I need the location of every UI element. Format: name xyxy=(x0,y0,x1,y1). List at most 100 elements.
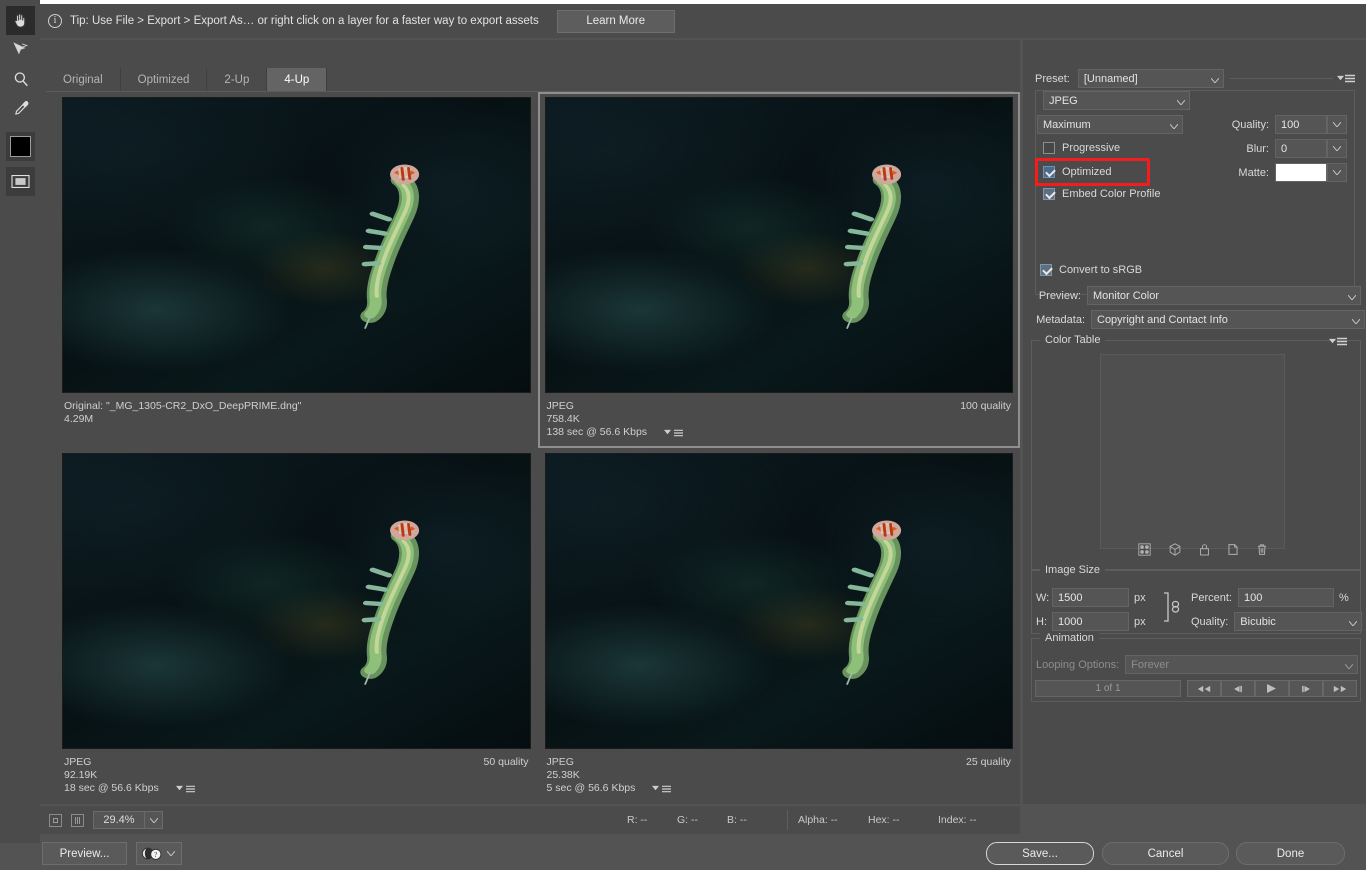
convert-to-srgb-checkbox-row[interactable]: Convert to sRGB xyxy=(1040,264,1142,276)
pane-metadata-optimized-50: JPEG 92.19K 18 sec @ 56.6 Kbps 50 qualit… xyxy=(64,756,529,798)
readout-alpha: Alpha: -- xyxy=(798,814,868,826)
done-button[interactable]: Done xyxy=(1236,842,1345,865)
play-button xyxy=(1255,680,1289,697)
new-swatch-icon[interactable] xyxy=(1227,543,1239,559)
cancel-button[interactable]: Cancel xyxy=(1102,842,1229,865)
zoom-level-field[interactable]: 29.4% xyxy=(93,811,145,829)
zoom-tool[interactable] xyxy=(6,64,35,93)
pane-options-menu-icon[interactable] xyxy=(176,785,195,793)
image-preview-optimized-25[interactable] xyxy=(545,453,1014,749)
preview-pane-optimized-50[interactable]: JPEG 92.19K 18 sec @ 56.6 Kbps 50 qualit… xyxy=(55,448,538,804)
blur-input[interactable]: 0 xyxy=(1275,139,1327,158)
color-table-swatch-area[interactable] xyxy=(1100,354,1285,549)
previous-frame-button xyxy=(1221,680,1255,697)
blur-stepper-dropdown[interactable] xyxy=(1327,139,1347,158)
web-safe-cube-icon[interactable] xyxy=(1168,543,1182,559)
progressive-checkbox[interactable] xyxy=(1043,142,1055,154)
embed-color-profile-label: Embed Color Profile xyxy=(1062,188,1160,200)
height-unit: px xyxy=(1134,616,1146,628)
quality-stepper-dropdown[interactable] xyxy=(1327,115,1347,134)
tab-4up[interactable]: 4-Up xyxy=(267,68,327,91)
convert-to-srgb-checkbox[interactable] xyxy=(1040,264,1052,276)
preview-pane-original[interactable]: Original: "_MG_1305-CR2_DxO_DeepPRIME.dn… xyxy=(55,92,538,448)
lock-icon[interactable] xyxy=(1199,543,1210,559)
original-filesize: 4.29M xyxy=(64,413,529,426)
resample-quality-dropdown[interactable]: Bicubic xyxy=(1234,612,1362,631)
preset-label: Preset: xyxy=(1035,73,1070,85)
info-icon: i xyxy=(48,14,62,28)
preview-button[interactable]: Preview... xyxy=(42,842,127,865)
zoom-level-dropdown[interactable] xyxy=(145,811,163,829)
learn-more-button[interactable]: Learn More xyxy=(557,10,675,33)
caterpillar-subject xyxy=(357,516,436,687)
chain-link-icon[interactable] xyxy=(1160,590,1184,627)
save-button[interactable]: Save... xyxy=(986,842,1094,865)
blur-label: Blur: xyxy=(1223,143,1269,155)
preview-pane-optimized-25[interactable]: JPEG 25.38K 5 sec @ 56.6 Kbps 25 quality xyxy=(538,448,1021,804)
image-preview-original[interactable] xyxy=(62,97,531,393)
embed-color-profile-checkbox-row[interactable]: Embed Color Profile xyxy=(1043,188,1160,200)
optimized-label: Optimized xyxy=(1062,166,1112,178)
hand-tool[interactable] xyxy=(6,6,35,35)
metadata-dropdown[interactable]: Copyright and Contact Info xyxy=(1091,310,1365,329)
pane-options-menu-icon[interactable] xyxy=(664,429,683,437)
frame-counter: 1 of 1 xyxy=(1035,680,1181,697)
readout-hex: Hex: -- xyxy=(868,814,938,826)
svg-text:?: ? xyxy=(154,852,157,859)
status-bar: 29.4% R: -- G: -- B: -- Alpha: -- Hex: -… xyxy=(40,806,1020,834)
tip-text: Tip: Use File > Export > Export As… or r… xyxy=(70,15,539,27)
browser-preview-control[interactable]: ? xyxy=(136,842,182,865)
filesize-label: 25.38K xyxy=(547,769,1012,782)
height-input[interactable]: 1000 xyxy=(1052,612,1129,631)
chevron-down-icon xyxy=(1352,315,1360,327)
width-input[interactable]: 1500 xyxy=(1052,588,1129,607)
progressive-checkbox-row[interactable]: Progressive xyxy=(1043,142,1120,154)
select-browser-dither-button[interactable] xyxy=(49,814,62,827)
matte-color-swatch[interactable] xyxy=(1275,163,1327,182)
preview-zone: Original Optimized 2-Up 4-Up xyxy=(40,40,1020,804)
matte-dropdown[interactable] xyxy=(1327,163,1347,182)
optimized-checkbox-row[interactable]: Optimized xyxy=(1043,166,1112,178)
file-format-value: JPEG xyxy=(1049,95,1078,107)
preview-dropdown[interactable]: Monitor Color xyxy=(1087,286,1361,305)
image-preview-optimized-100[interactable] xyxy=(545,97,1014,393)
quality-input[interactable]: 100 xyxy=(1275,115,1327,134)
quality-label: Quality: xyxy=(1223,119,1269,131)
quality-label: 100 quality xyxy=(960,400,1011,413)
pane-options-menu-icon[interactable] xyxy=(652,785,671,793)
looping-options-dropdown: Forever xyxy=(1125,655,1358,674)
chevron-down-icon xyxy=(1170,120,1178,132)
last-frame-button xyxy=(1323,680,1357,697)
chevron-down-icon xyxy=(1177,96,1185,108)
eyedropper-tool[interactable] xyxy=(6,93,35,122)
preset-panel-menu-icon[interactable] xyxy=(1337,74,1355,83)
image-preview-optimized-50[interactable] xyxy=(62,453,531,749)
swatch-color xyxy=(10,136,31,157)
select-download-rate-button[interactable] xyxy=(71,814,84,827)
toggle-slices-visibility[interactable] xyxy=(6,167,35,196)
preset-dropdown[interactable]: [Unnamed] xyxy=(1078,69,1224,88)
readout-g: G: -- xyxy=(677,814,727,826)
optimized-checkbox[interactable] xyxy=(1043,166,1055,178)
filesize-label: 92.19K xyxy=(64,769,529,782)
file-format-dropdown[interactable]: JPEG xyxy=(1043,91,1190,110)
percent-label: Percent: xyxy=(1191,592,1232,604)
looping-options-value: Forever xyxy=(1131,659,1169,671)
readout-r: R: -- xyxy=(627,814,677,826)
color-table-title: Color Table xyxy=(1040,334,1105,346)
swatch-grid-icon[interactable] xyxy=(1138,543,1151,559)
tab-2up[interactable]: 2-Up xyxy=(207,68,267,91)
trash-icon[interactable] xyxy=(1256,543,1268,559)
embed-color-profile-checkbox[interactable] xyxy=(1043,188,1055,200)
color-readouts: R: -- G: -- B: -- Alpha: -- Hex: -- Inde… xyxy=(627,810,1020,830)
color-table-panel-menu-icon[interactable] xyxy=(1329,337,1347,346)
tab-optimized[interactable]: Optimized xyxy=(121,68,208,91)
preview-pane-optimized-100[interactable]: JPEG 758.4K 138 sec @ 56.6 Kbps 100 qual… xyxy=(538,92,1021,448)
slice-select-tool[interactable] xyxy=(6,35,35,64)
browser-preview-dropdown-icon[interactable] xyxy=(167,851,175,856)
percent-input[interactable]: 100 xyxy=(1238,588,1334,607)
compression-quality-dropdown[interactable]: Maximum xyxy=(1037,115,1183,134)
tab-original[interactable]: Original xyxy=(46,68,121,91)
foreground-color-swatch[interactable] xyxy=(6,132,35,161)
next-frame-button xyxy=(1289,680,1323,697)
